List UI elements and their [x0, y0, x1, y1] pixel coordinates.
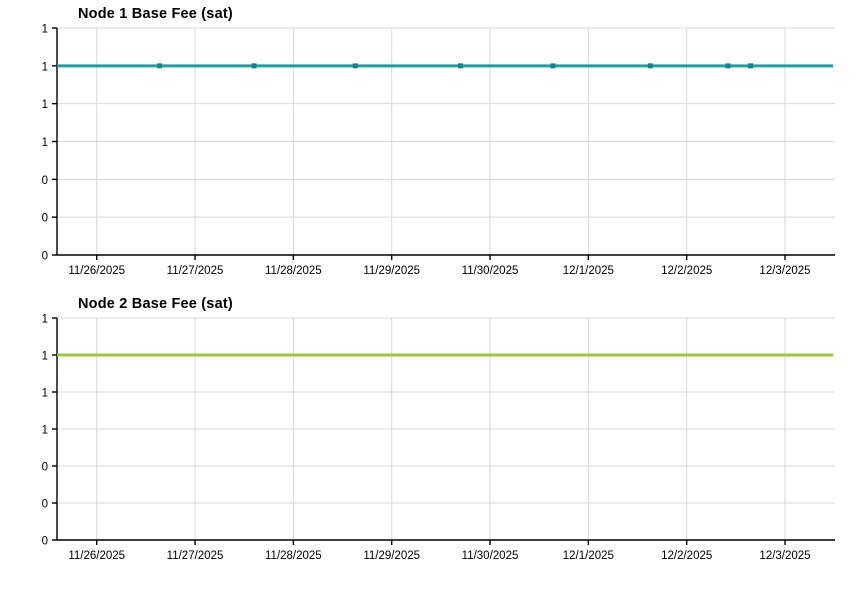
y-tick-label: 1	[42, 61, 48, 73]
y-tick-label: 1	[42, 24, 48, 36]
x-tick-label: 12/2/2025	[661, 265, 712, 277]
x-tick-label: 11/28/2025	[265, 550, 322, 562]
y-tick-label: 0	[42, 213, 48, 225]
series-marker	[352, 63, 358, 69]
x-tick-label: 11/28/2025	[265, 265, 322, 277]
y-tick-label: 0	[42, 536, 48, 548]
x-tick-label: 12/3/2025	[759, 265, 810, 277]
y-tick-label: 0	[42, 499, 48, 511]
series-marker	[550, 63, 556, 69]
series-marker	[458, 63, 464, 69]
x-tick-label: 11/26/2025	[68, 550, 125, 562]
y-tick-label: 0	[42, 251, 48, 263]
x-tick-label: 12/1/2025	[563, 265, 614, 277]
series-marker	[748, 63, 754, 69]
y-tick-label: 1	[42, 137, 48, 149]
y-tick-label: 1	[42, 388, 48, 400]
x-tick-label: 12/3/2025	[759, 550, 810, 562]
x-tick-label: 12/2/2025	[661, 550, 712, 562]
x-tick-label: 12/1/2025	[563, 550, 614, 562]
y-tick-label: 1	[42, 99, 48, 111]
x-tick-label: 11/26/2025	[68, 265, 125, 277]
series-marker	[157, 63, 163, 69]
y-tick-label: 0	[42, 175, 48, 187]
chart-2: 1 1 1 1 0 0 0 11/26/2025 11/27/2025 11/28/2025 11/…	[42, 314, 835, 562]
chart-1: 1 1 1 1 0 0 0 11/26/2025 11/27/2025 11/28/2025 11/…	[42, 24, 835, 277]
y-tick-label: 1	[42, 425, 48, 437]
x-tick-label: 11/27/2025	[167, 265, 224, 277]
y-tick-label: 1	[42, 314, 48, 326]
x-tick-label: 11/27/2025	[167, 550, 224, 562]
y-tick-label: 1	[42, 351, 48, 363]
series-marker	[647, 63, 653, 69]
series-marker	[725, 63, 731, 69]
y-tick-label: 0	[42, 462, 48, 474]
x-tick-label: 11/29/2025	[363, 550, 420, 562]
x-tick-label: 11/30/2025	[462, 550, 519, 562]
x-tick-label: 11/30/2025	[462, 265, 519, 277]
series-marker	[251, 63, 257, 69]
base-fee-charts-canvas: 1 1 1 1 0 0 0 11/26/2025 11/27/2025 11/28/2025 11/…	[42, 24, 835, 562]
x-tick-label: 11/29/2025	[363, 265, 420, 277]
